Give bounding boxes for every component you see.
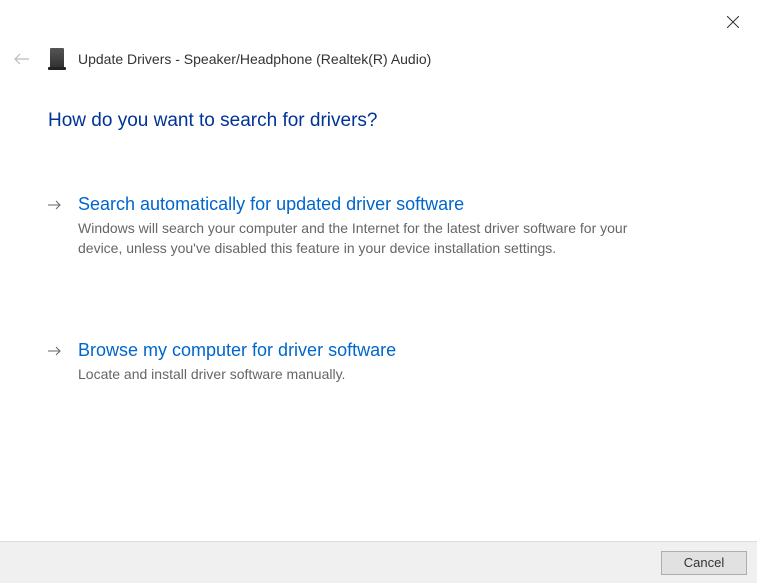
option-title: Browse my computer for driver software — [78, 340, 709, 361]
option-description: Locate and install driver software manua… — [78, 365, 638, 385]
arrow-right-icon — [48, 198, 62, 216]
device-icon — [50, 48, 64, 70]
option-content: Search automatically for updated driver … — [78, 194, 709, 258]
dialog-header: Update Drivers - Speaker/Headphone (Real… — [12, 48, 431, 70]
dialog-footer: Cancel — [0, 541, 757, 583]
option-title: Search automatically for updated driver … — [78, 194, 709, 215]
arrow-right-icon — [48, 344, 62, 362]
close-button[interactable] — [723, 12, 743, 32]
close-icon — [727, 16, 739, 28]
dialog-content: How do you want to search for drivers? S… — [48, 110, 709, 463]
option-search-automatically[interactable]: Search automatically for updated driver … — [48, 190, 709, 262]
option-browse-computer[interactable]: Browse my computer for driver software L… — [48, 336, 709, 389]
option-description: Windows will search your computer and th… — [78, 219, 638, 258]
cancel-button[interactable]: Cancel — [661, 551, 747, 575]
dialog-title: Update Drivers - Speaker/Headphone (Real… — [78, 51, 431, 67]
back-arrow-icon — [14, 53, 30, 65]
main-heading: How do you want to search for drivers? — [48, 110, 709, 132]
back-button[interactable] — [12, 49, 32, 69]
option-content: Browse my computer for driver software L… — [78, 340, 709, 385]
